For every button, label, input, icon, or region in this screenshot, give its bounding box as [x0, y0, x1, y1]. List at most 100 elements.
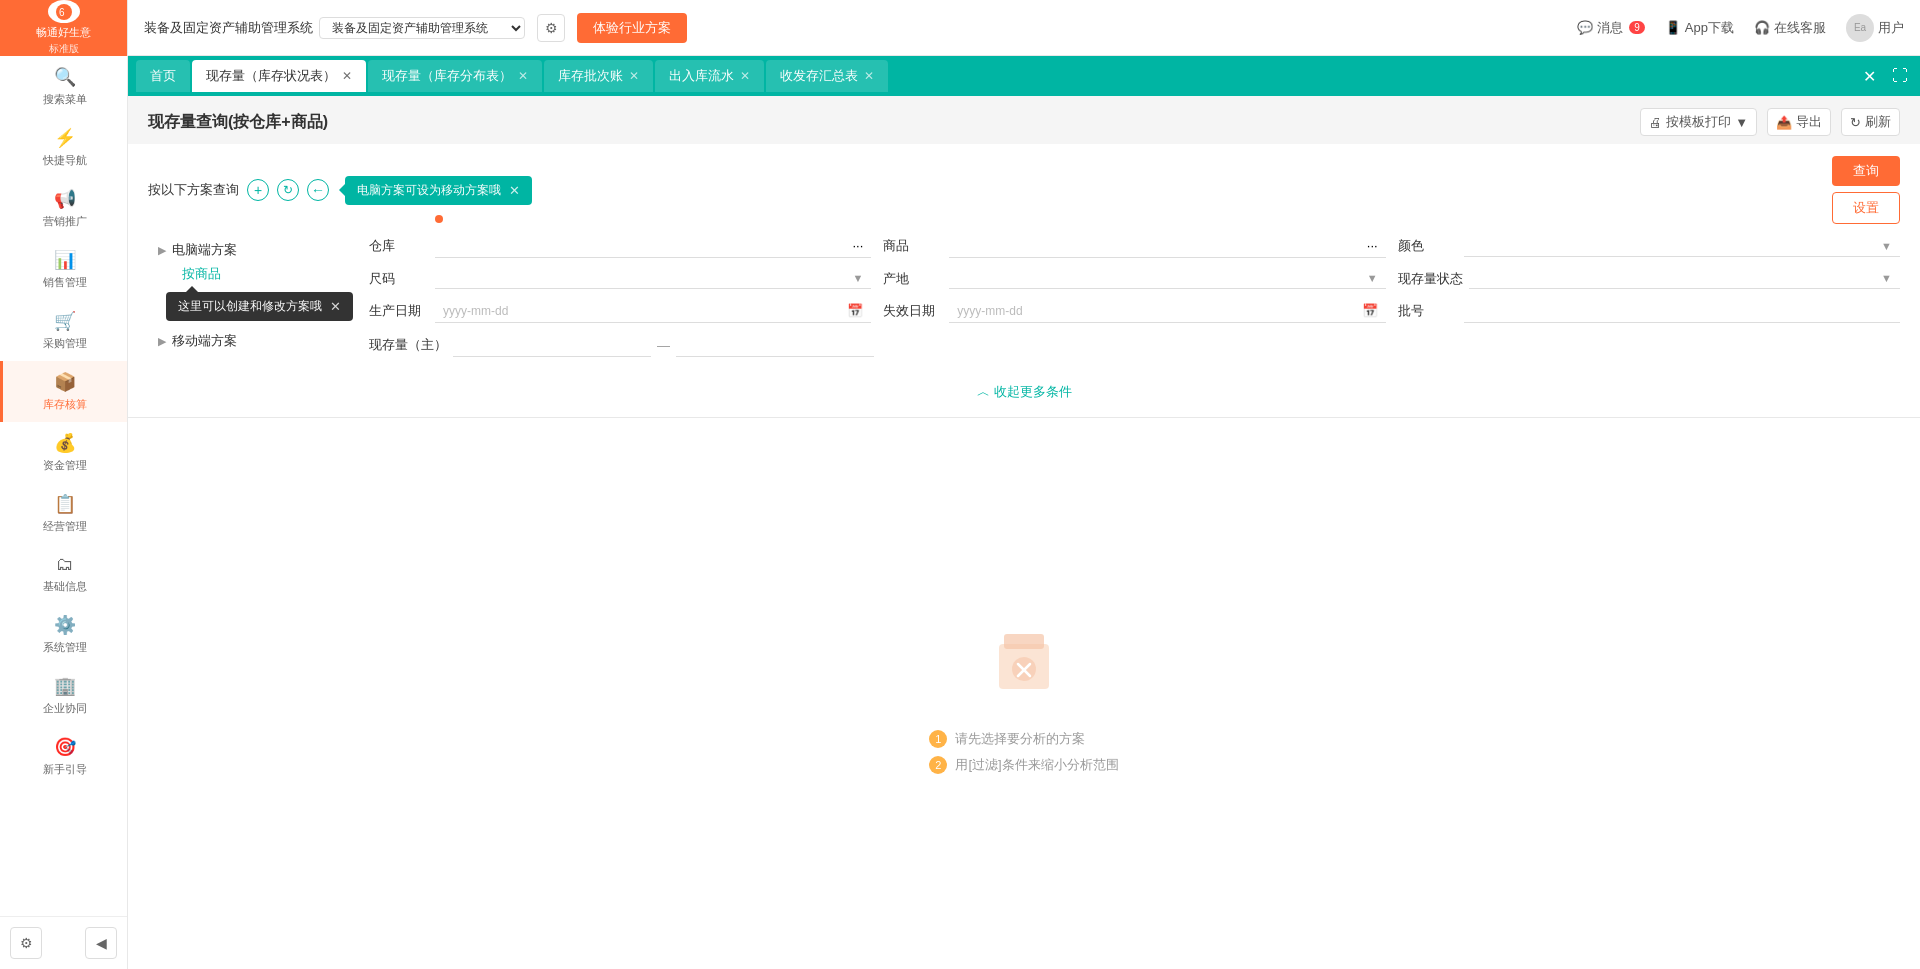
tab-inventory-dist-close[interactable]: ✕: [518, 69, 528, 83]
tab-home[interactable]: 首页: [136, 60, 190, 92]
marketing-icon: 📢: [54, 188, 76, 210]
system-selector[interactable]: 装备及固定资产辅助管理系统: [319, 17, 525, 39]
close-all-button[interactable]: ✕: [1859, 65, 1880, 88]
empty-tips: 1 请先选择要分析的方案 2 用[过滤]条件来缩小分析范围: [929, 730, 1118, 774]
nav-icon: ⚡: [54, 127, 76, 149]
batch-label: 批号: [1398, 302, 1458, 320]
app-download-button[interactable]: 📱 App下载: [1665, 19, 1734, 37]
warehouse-field: 仓库 ···: [369, 234, 871, 258]
sidebar-item-label: 库存核算: [43, 397, 87, 412]
guide-icon: 🎯: [54, 736, 76, 758]
sidebar-item-sales[interactable]: 📊 销售管理: [0, 239, 127, 300]
goods-select[interactable]: ···: [949, 234, 1385, 258]
logo-icon: 6: [48, 0, 80, 23]
print-dropdown-icon: ▼: [1735, 115, 1748, 130]
prod-date-label: 生产日期: [369, 302, 429, 320]
filter-fields: 仓库 ··· 商品 ··· 颜色: [369, 234, 1900, 367]
service-button[interactable]: 🎧 在线客服: [1754, 19, 1826, 37]
size-select[interactable]: ▼: [435, 268, 871, 289]
message-button[interactable]: 💬 消息 9: [1577, 19, 1645, 37]
warehouse-select[interactable]: ···: [435, 234, 871, 258]
tooltip-create-scheme: 这里可以创建和修改方案哦 ✕: [166, 292, 353, 321]
tabs-bar: 首页 现存量（库存状况表） ✕ 现存量（库存分布表） ✕ 库存批次账 ✕ 出入库…: [128, 56, 1920, 96]
tab-in-out-flow-close[interactable]: ✕: [740, 69, 750, 83]
sidebar-item-label: 销售管理: [43, 275, 87, 290]
export-icon: 📤: [1776, 115, 1792, 130]
tab-receipt-summary[interactable]: 收发存汇总表 ✕: [766, 60, 888, 92]
sidebar-item-label: 企业协同: [43, 701, 87, 716]
search-button[interactable]: 查询: [1832, 156, 1900, 186]
tab-inventory-dist[interactable]: 现存量（库存分布表） ✕: [368, 60, 542, 92]
separator: —: [657, 338, 670, 353]
filter-add-button[interactable]: +: [247, 179, 269, 201]
trial-button[interactable]: 体验行业方案: [577, 13, 687, 43]
svg-text:6: 6: [59, 7, 65, 18]
sidebar-item-label: 资金管理: [43, 458, 87, 473]
collapse-button[interactable]: ◀: [85, 927, 117, 959]
sidebar-item-label: 基础信息: [43, 579, 87, 594]
exp-date-placeholder: yyyy-mm-dd: [957, 304, 1022, 318]
tip-text-1: 请先选择要分析的方案: [955, 730, 1085, 748]
tab-inventory-status-close[interactable]: ✕: [342, 69, 352, 83]
enterprise-icon: 🏢: [54, 675, 76, 697]
sidebar-item-nav[interactable]: ⚡ 快捷导航: [0, 117, 127, 178]
tooltip-create-close[interactable]: ✕: [330, 299, 341, 314]
sidebar-item-label: 采购管理: [43, 336, 87, 351]
tab-batch-accounts[interactable]: 库存批次账 ✕: [544, 60, 653, 92]
sidebar-item-finance[interactable]: 💰 资金管理: [0, 422, 127, 483]
main-content: 装备及固定资产辅助管理系统 装备及固定资产辅助管理系统 ⚙ 体验行业方案 💬 消…: [128, 0, 1920, 969]
scheme-pc-sub[interactable]: 按商品: [182, 262, 353, 286]
origin-select[interactable]: ▼: [949, 268, 1385, 289]
sidebar-item-operation[interactable]: 📋 经营管理: [0, 483, 127, 544]
sidebar-item-system[interactable]: ⚙️ 系统管理: [0, 604, 127, 665]
sales-icon: 📊: [54, 249, 76, 271]
tab-inventory-status[interactable]: 现存量（库存状况表） ✕: [192, 60, 366, 92]
fullscreen-button[interactable]: ⛶: [1888, 65, 1912, 88]
user-button[interactable]: Ea 用户: [1846, 14, 1904, 42]
refresh-button[interactable]: ↻ 刷新: [1841, 108, 1900, 136]
chevron-down-icon: ▶: [158, 244, 166, 257]
exp-date-input[interactable]: yyyy-mm-dd 📅: [949, 299, 1385, 323]
filter-back-button[interactable]: ←: [307, 179, 329, 201]
settings-button[interactable]: ⚙: [10, 927, 42, 959]
calendar-icon: 📅: [847, 303, 863, 318]
filter-refresh-button[interactable]: ↻: [277, 179, 299, 201]
filter-header: 按以下方案查询 + ↻ ← 电脑方案可设为移动方案哦 ✕ 查询 设置: [148, 156, 1900, 224]
content-area: 1 请先选择要分析的方案 2 用[过滤]条件来缩小分析范围: [128, 418, 1920, 969]
service-icon: 🎧: [1754, 20, 1770, 35]
filter-row-1: 仓库 ··· 商品 ··· 颜色: [369, 234, 1900, 258]
stock-main-input[interactable]: [453, 333, 651, 357]
scheme-pc[interactable]: ▶ 电脑端方案: [158, 238, 353, 262]
tab-home-label: 首页: [150, 67, 176, 85]
export-button[interactable]: 📤 导出: [1767, 108, 1831, 136]
batch-input[interactable]: [1464, 299, 1900, 323]
print-icon: 🖨: [1649, 115, 1662, 130]
filter-collapse-button[interactable]: ︿ 收起更多条件: [148, 375, 1900, 405]
stock-status-select[interactable]: ▼: [1469, 268, 1900, 289]
sidebar-item-enterprise[interactable]: 🏢 企业协同: [0, 665, 127, 726]
sidebar-item-basic[interactable]: 🗂 基础信息: [0, 544, 127, 604]
page-header: 现存量查询(按仓库+商品) 🖨 按模板打印 ▼ 📤 导出 ↻ 刷新: [128, 96, 1920, 144]
refresh-icon: ↻: [1850, 115, 1861, 130]
sidebar-item-search[interactable]: 🔍 搜索菜单: [0, 56, 127, 117]
tooltip-close-button[interactable]: ✕: [509, 183, 520, 198]
sidebar-item-inventory[interactable]: 📦 库存核算: [0, 361, 127, 422]
scheme-mobile[interactable]: ▶ 移动端方案: [158, 329, 353, 353]
topbar-gear-button[interactable]: ⚙: [537, 14, 565, 42]
tab-in-out-flow[interactable]: 出入库流水 ✕: [655, 60, 764, 92]
color-select[interactable]: ▼: [1464, 236, 1900, 257]
sidebar-item-purchase[interactable]: 🛒 采购管理: [0, 300, 127, 361]
reset-button[interactable]: 设置: [1832, 192, 1900, 224]
page-title: 现存量查询(按仓库+商品): [148, 112, 328, 133]
sidebar-item-guide[interactable]: 🎯 新手引导: [0, 726, 127, 787]
size-label: 尺码: [369, 270, 429, 288]
prod-date-input[interactable]: yyyy-mm-dd 📅: [435, 299, 871, 323]
size-field: 尺码 ▼: [369, 268, 871, 289]
print-button[interactable]: 🖨 按模板打印 ▼: [1640, 108, 1757, 136]
stock-main-input2[interactable]: [676, 333, 874, 357]
tab-batch-accounts-close[interactable]: ✕: [629, 69, 639, 83]
tab-inventory-dist-label: 现存量（库存分布表）: [382, 67, 512, 85]
tab-receipt-summary-close[interactable]: ✕: [864, 69, 874, 83]
user-label: 用户: [1878, 19, 1904, 37]
sidebar-item-marketing[interactable]: 📢 营销推广: [0, 178, 127, 239]
